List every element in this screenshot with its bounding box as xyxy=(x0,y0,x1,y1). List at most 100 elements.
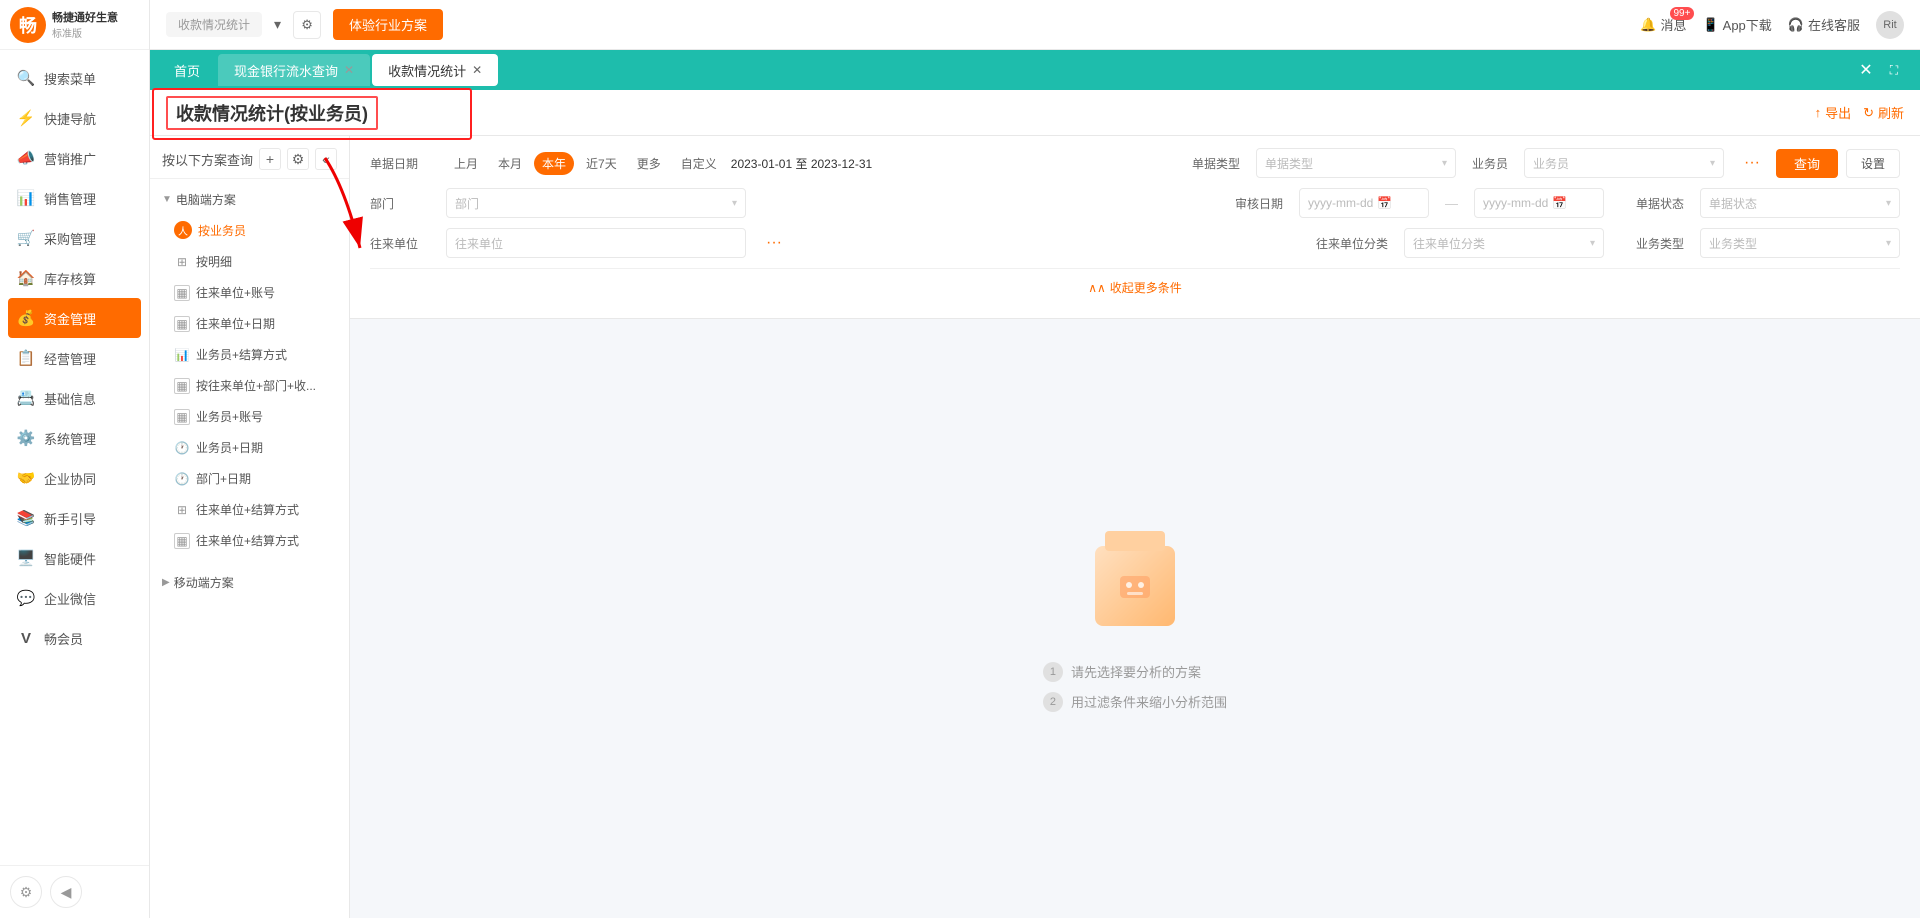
sidebar-item-operations[interactable]: 📋 经营管理 xyxy=(0,338,149,378)
tab-bank-close[interactable]: ✕ xyxy=(344,63,354,77)
user-avatar[interactable]: Rit xyxy=(1876,11,1904,39)
export-btn[interactable]: ↑ 导出 xyxy=(1815,103,1852,122)
settings-bottom-btn[interactable]: ⚙ xyxy=(10,876,42,908)
grid-icon: ⊞ xyxy=(174,254,190,270)
breadcrumb: 收款情况统计 xyxy=(166,12,262,37)
sidebar-item-quicknav[interactable]: ⚡ 快捷导航 xyxy=(0,98,149,138)
sidebar-item-marketing[interactable]: 📣 营销推广 xyxy=(0,138,149,178)
bar-chart-icon: 📊 xyxy=(174,347,190,363)
header-dropdown-btn[interactable]: ▾ xyxy=(274,16,281,33)
salesperson-arrow: ▾ xyxy=(1710,158,1715,169)
system-icon: ⚙️ xyxy=(16,428,36,448)
query-btn[interactable]: 查询 xyxy=(1776,149,1838,178)
scheme-item-partner-date[interactable]: ▦ 往来单位+日期 xyxy=(150,308,349,339)
add-scheme-btn[interactable]: + xyxy=(259,148,281,170)
collapse-panel-btn[interactable]: « xyxy=(315,148,337,170)
header-gear-btn[interactable]: ⚙ xyxy=(293,11,321,39)
review-date-from[interactable]: yyyy-mm-dd 📅 xyxy=(1299,188,1429,218)
headset-icon: 🎧 xyxy=(1788,17,1804,33)
collapse-sidebar-btn[interactable]: ◀ xyxy=(50,876,82,908)
page-title: 收款情况统计(按业务员) xyxy=(166,96,378,130)
table-icon-3: ▦ xyxy=(174,378,190,394)
biz-type-dropdown[interactable]: 业务类型 ▾ xyxy=(1700,228,1900,258)
filter-settings-btn[interactable]: 设置 xyxy=(1846,149,1900,178)
review-date-to[interactable]: yyyy-mm-dd 📅 xyxy=(1474,188,1604,218)
close-window-btn[interactable]: ✕ xyxy=(1856,60,1876,80)
sidebar-item-basic[interactable]: 📇 基础信息 xyxy=(0,378,149,418)
trial-btn[interactable]: 体验行业方案 xyxy=(333,9,443,40)
collapse-icon: ∧∧ xyxy=(1088,281,1106,295)
dept-dropdown[interactable]: 部门 ▾ xyxy=(446,188,746,218)
tab-bar: 首页 现金银行流水查询 ✕ 收款情况统计 ✕ ✕ ⛶ xyxy=(150,50,1920,90)
sidebar-item-sales[interactable]: 📊 销售管理 xyxy=(0,178,149,218)
partner-category-dropdown[interactable]: 往来单位分类 ▾ xyxy=(1404,228,1604,258)
sidebar-item-search[interactable]: 🔍 搜索菜单 xyxy=(0,58,149,98)
sidebar-item-inventory[interactable]: 🏠 库存核算 xyxy=(0,258,149,298)
tab-home[interactable]: 首页 xyxy=(158,54,216,86)
scheme-item-dept-date[interactable]: 🕐 部门+日期 xyxy=(150,463,349,494)
date-btn-this-month[interactable]: 本月 xyxy=(490,152,530,175)
partner-more-btn[interactable]: ··· xyxy=(766,234,782,252)
scheme-item-partner-settle1[interactable]: ⊞ 往来单位+结算方式 xyxy=(150,494,349,525)
scheme-settings-btn[interactable]: ⚙ xyxy=(287,148,309,170)
maximize-window-btn[interactable]: ⛶ xyxy=(1884,60,1904,80)
desktop-group-title[interactable]: ▼ 电脑端方案 xyxy=(150,185,349,214)
desktop-scheme-group: ▼ 电脑端方案 人 按业务员 ⊞ 按明细 ▦ 往来单位+账号 ▦ 往来单位+ xyxy=(150,179,349,562)
doc-type-dropdown[interactable]: 单据类型 ▾ xyxy=(1256,148,1456,178)
salesperson-dropdown[interactable]: 业务员 ▾ xyxy=(1524,148,1724,178)
date-btn-last-month[interactable]: 上月 xyxy=(446,152,486,175)
collapse-bar[interactable]: ∧∧ 收起更多条件 xyxy=(370,268,1900,306)
sidebar-item-enterprise[interactable]: 🤝 企业协同 xyxy=(0,458,149,498)
grid-icon-2: ⊞ xyxy=(174,502,190,518)
sidebar-item-purchase[interactable]: 🛒 采购管理 xyxy=(0,218,149,258)
filter-row-3: 往来单位 往来单位 ··· 往来单位分类 往来单位分类 ▾ 业务类型 业务类型 … xyxy=(370,228,1900,258)
sidebar-item-hardware[interactable]: 🖥️ 智能硬件 xyxy=(0,538,149,578)
cart-icon: 🛒 xyxy=(16,228,36,248)
partner-dropdown[interactable]: 往来单位 xyxy=(446,228,746,258)
refresh-icon: ↻ xyxy=(1863,105,1874,121)
header-right: 🔔 消息 99+ 📱 App下载 🎧 在线客服 Rit xyxy=(1640,11,1904,39)
panel-header: 按以下方案查询 + ⚙ « xyxy=(150,136,349,179)
logo-icon: 畅 xyxy=(10,7,46,43)
sidebar-item-finance[interactable]: 💰 资金管理 xyxy=(8,298,141,338)
filter-section: 单据日期 上月 本月 本年 近7天 更多 自定义 2023-01-01 至 20… xyxy=(350,136,1920,319)
scheme-item-sp-settle[interactable]: 📊 业务员+结算方式 xyxy=(150,339,349,370)
wechat-icon: 💬 xyxy=(16,588,36,608)
date-btn-custom[interactable]: 自定义 xyxy=(673,152,725,175)
tab-receipts[interactable]: 收款情况统计 ✕ xyxy=(372,54,498,86)
sidebar-item-wechat[interactable]: 💬 企业微信 xyxy=(0,578,149,618)
doc-status-dropdown[interactable]: 单据状态 ▾ xyxy=(1700,188,1900,218)
date-btn-7days[interactable]: 近7天 xyxy=(578,152,625,175)
scheme-item-partner-dept[interactable]: ▦ 按往来单位+部门+收... xyxy=(150,370,349,401)
gear-small-icon: ⚙ xyxy=(292,151,305,168)
scheme-item-salesperson[interactable]: 人 按业务员 xyxy=(150,214,349,246)
date-quick-controls: 上月 本月 本年 近7天 更多 自定义 2023-01-01 至 2023-12… xyxy=(446,152,872,175)
app-download-btn[interactable]: 📱 App下载 xyxy=(1702,15,1771,34)
finance-icon: 💰 xyxy=(16,308,36,328)
message-btn[interactable]: 🔔 消息 99+ xyxy=(1640,15,1686,34)
more-dots-btn[interactable]: ··· xyxy=(1744,154,1760,172)
scheme-item-detail[interactable]: ⊞ 按明细 xyxy=(150,246,349,277)
calendar-icon-2: 📅 xyxy=(1552,196,1567,210)
right-panel: 单据日期 上月 本月 本年 近7天 更多 自定义 2023-01-01 至 20… xyxy=(350,136,1920,918)
mobile-group-title[interactable]: ▶ 移动端方案 xyxy=(150,568,349,597)
date-btn-this-year[interactable]: 本年 xyxy=(534,152,574,175)
table-icon-5: ▦ xyxy=(174,533,190,549)
scheme-item-partner-settle2[interactable]: ▦ 往来单位+结算方式 xyxy=(150,525,349,556)
tab-bank[interactable]: 现金银行流水查询 ✕ xyxy=(218,54,370,86)
refresh-btn[interactable]: ↻ 刷新 xyxy=(1863,103,1904,122)
sidebar-item-guide[interactable]: 📚 新手引导 xyxy=(0,498,149,538)
date-btn-more[interactable]: 更多 xyxy=(629,152,669,175)
scheme-item-sp-date[interactable]: 🕐 业务员+日期 xyxy=(150,432,349,463)
content-area: 按以下方案查询 + ⚙ « ▼ 电脑端方案 人 xyxy=(150,136,1920,918)
scheme-item-partner-account[interactable]: ▦ 往来单位+账号 xyxy=(150,277,349,308)
tab-receipts-close[interactable]: ✕ xyxy=(472,63,482,77)
partner-cat-arrow: ▾ xyxy=(1590,238,1595,249)
scheme-item-sp-account[interactable]: ▦ 业务员+账号 xyxy=(150,401,349,432)
filter-row-2: 部门 部门 ▾ 审核日期 yyyy-mm-dd 📅 — yyyy-mm-dd xyxy=(370,188,1900,218)
sidebar-item-system[interactable]: ⚙️ 系统管理 xyxy=(0,418,149,458)
dept-arrow: ▾ xyxy=(732,198,737,209)
header-left: 收款情况统计 ▾ ⚙ 体验行业方案 xyxy=(166,9,443,40)
online-service-btn[interactable]: 🎧 在线客服 xyxy=(1788,15,1860,34)
sidebar-item-member[interactable]: V 畅会员 xyxy=(0,618,149,658)
